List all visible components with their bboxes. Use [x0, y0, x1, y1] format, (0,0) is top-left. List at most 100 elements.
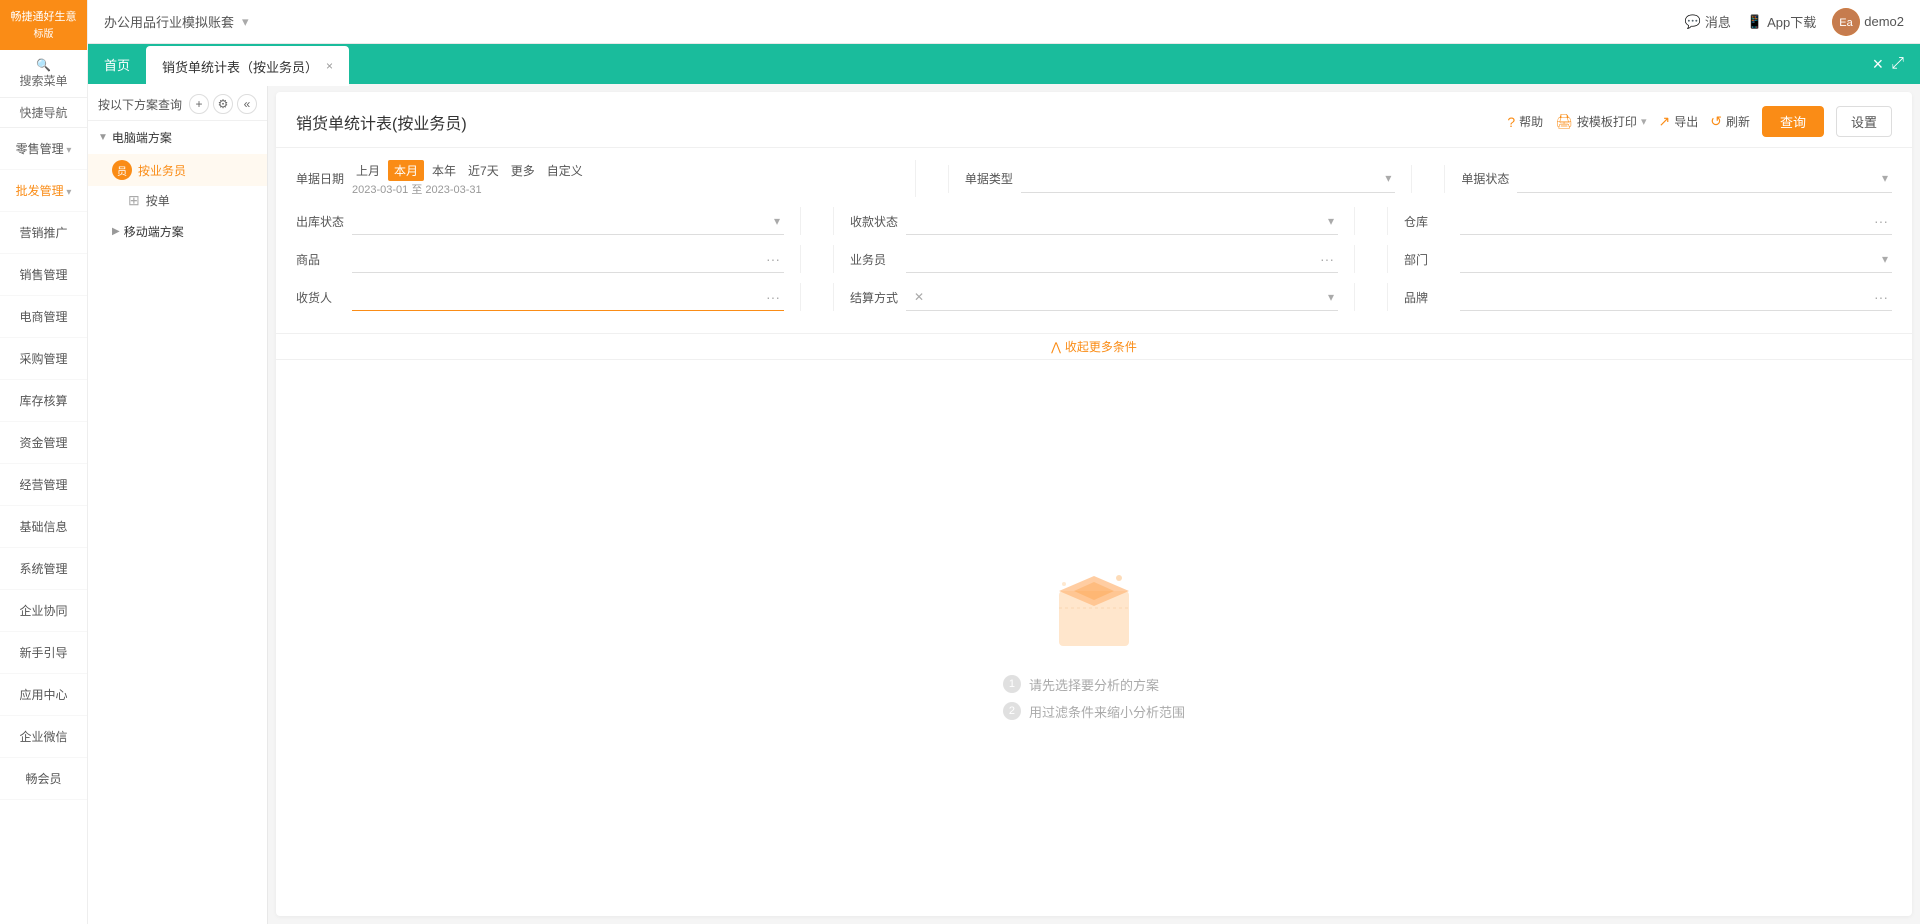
empty-svg: [1034, 556, 1154, 656]
salesperson-more: ···: [1320, 251, 1334, 267]
sidebar-item-label-1: 批发管理: [16, 184, 64, 198]
sidebar-item-10[interactable]: 系统管理: [0, 548, 87, 590]
filter-row-2: 出库状态 ▾ 收款状态 ▾ 仓库: [296, 207, 1892, 235]
settings-btn[interactable]: 设置: [1836, 106, 1892, 137]
filter-divider-3b: [1387, 245, 1388, 273]
sidebar-search[interactable]: 🔍 搜索菜单: [0, 50, 87, 98]
filter-bill-status: 单据状态 ▾: [1461, 165, 1892, 193]
bill-status-control[interactable]: ▾: [1517, 165, 1892, 193]
sidebar-item-1[interactable]: 批发管理 ▾: [0, 170, 87, 212]
date-tab-7days[interactable]: 近7天: [464, 160, 503, 181]
filter-divider-4b: [1387, 283, 1388, 311]
left-panel-collapse-btn[interactable]: «: [237, 94, 257, 114]
tab-controls: × ⤢: [1873, 54, 1920, 75]
sidebar-item-0[interactable]: 零售管理 ▾: [0, 128, 87, 170]
sidebar-item-label-0: 零售管理: [16, 142, 64, 156]
date-tab-more[interactable]: 更多: [507, 160, 539, 181]
help-btn[interactable]: ? 帮助: [1507, 113, 1543, 130]
sidebar-item-2[interactable]: 营销推广: [0, 212, 87, 254]
tabbar: 首页 销货单统计表（按业务员） × × ⤢: [88, 44, 1920, 84]
app-download-btn[interactable]: 📱 App下载: [1747, 12, 1816, 31]
outbound-control[interactable]: ▾: [352, 207, 784, 235]
help-icon: ?: [1507, 114, 1515, 130]
tab-sales-stats[interactable]: 销货单统计表（按业务员） ×: [146, 46, 349, 86]
refresh-btn[interactable]: ↺ 刷新: [1710, 113, 1750, 130]
sidebar-item-14[interactable]: 企业微信: [0, 716, 87, 758]
tab-sales-stats-label: 销货单统计表（按业务员）: [162, 57, 318, 76]
empty-hints: 1 请先选择要分析的方案 2 用过滤条件来缩小分析范围: [1003, 675, 1185, 721]
salesperson-dot: 员: [112, 160, 132, 180]
print-btn[interactable]: 🖨 按模板打印 ▾: [1555, 113, 1646, 130]
group-mobile-label: 移动端方案: [124, 223, 184, 240]
message-btn[interactable]: 💬 消息: [1685, 12, 1731, 31]
export-icon: ↗: [1658, 113, 1670, 130]
outbound-label: 出库状态: [296, 213, 352, 230]
tab-expand-btn[interactable]: ⤢: [1891, 55, 1904, 73]
schema-group-pc-header[interactable]: ▼ 电脑端方案: [88, 121, 267, 154]
sidebar-item-label-11: 企业协同: [19, 604, 67, 618]
date-tab-this-month[interactable]: 本月: [388, 160, 424, 181]
tab-close-icon[interactable]: ×: [326, 59, 333, 73]
settlement-clear[interactable]: ✕: [914, 290, 924, 304]
sidebar-quicknav[interactable]: 快捷导航: [0, 98, 87, 128]
print-label: 按模板打印: [1577, 113, 1637, 130]
sidebar-item-5[interactable]: 采购管理: [0, 338, 87, 380]
empty-state: 1 请先选择要分析的方案 2 用过滤条件来缩小分析范围: [276, 360, 1912, 916]
user-avatar-area[interactable]: Ea demo2: [1832, 8, 1904, 36]
app-download-label: App下载: [1767, 12, 1816, 31]
date-label: 单据日期: [296, 170, 352, 187]
search-icon: 🔍: [6, 58, 81, 72]
left-panel-add-btn[interactable]: +: [189, 94, 209, 114]
department-control[interactable]: ▾: [1460, 245, 1892, 273]
sidebar-item-11[interactable]: 企业协同: [0, 590, 87, 632]
export-btn[interactable]: ↗ 导出: [1658, 113, 1698, 130]
sidebar-item-15[interactable]: 畅会员: [0, 758, 87, 800]
schema-item-by-order[interactable]: ⊞ 按单: [88, 186, 267, 215]
filter-settlement: 结算方式 ✕ ▾: [850, 283, 1355, 311]
schema-group-mobile-header[interactable]: ▶ 移动端方案: [88, 215, 267, 248]
query-btn[interactable]: 查询: [1762, 106, 1824, 137]
brand-control[interactable]: ···: [1460, 283, 1892, 311]
sidebar-item-4[interactable]: 电商管理: [0, 296, 87, 338]
product-more: ···: [766, 251, 780, 267]
hint-text-1: 请先选择要分析的方案: [1029, 675, 1159, 694]
sidebar-item-8[interactable]: 经营管理: [0, 464, 87, 506]
schema-item-by-salesperson[interactable]: 员 按业务员: [88, 154, 267, 186]
sidebar-item-9[interactable]: 基础信息: [0, 506, 87, 548]
warehouse-control[interactable]: ···: [1460, 207, 1892, 235]
tab-home[interactable]: 首页: [88, 44, 146, 84]
left-panel: 按以下方案查询 + ⚙ « ▼ 电脑端方案 员 按业务员 ⊞: [88, 84, 268, 924]
sidebar-item-13[interactable]: 应用中心: [0, 674, 87, 716]
filter-area: 单据日期 上月 本月 本年 近7天 更多 自定义 2023-03-01 至 20…: [276, 148, 1912, 334]
date-tab-this-year[interactable]: 本年: [428, 160, 460, 181]
topbar-dropdown-icon[interactable]: ▾: [242, 14, 249, 30]
recipient-control[interactable]: ···: [352, 283, 784, 311]
collapse-btn: ⋀ 收起更多条件: [1051, 338, 1137, 355]
product-control[interactable]: ···: [352, 245, 784, 273]
filter-outbound-status: 出库状态 ▾: [296, 207, 801, 235]
sidebar-item-3[interactable]: 销售管理: [0, 254, 87, 296]
sidebar-item-label-3: 销售管理: [19, 268, 67, 282]
avatar: Ea: [1832, 8, 1860, 36]
tab-close-window[interactable]: ×: [1873, 54, 1884, 75]
filter-row-1: 单据日期 上月 本月 本年 近7天 更多 自定义 2023-03-01 至 20…: [296, 160, 1892, 197]
mobile-icon: 📱: [1747, 14, 1763, 30]
sidebar-logo[interactable]: 畅捷通好生意 标版: [0, 0, 87, 50]
collapse-bar[interactable]: ⋀ 收起更多条件: [276, 334, 1912, 360]
schema-group-mobile: ▶ 移动端方案: [88, 215, 267, 248]
payment-control[interactable]: ▾: [906, 207, 1338, 235]
sidebar-item-6[interactable]: 库存核算: [0, 380, 87, 422]
date-tab-custom[interactable]: 自定义: [543, 160, 587, 181]
right-panel: 销货单统计表(按业务员) ? 帮助 🖨 按模板打印 ▾ ↗ 导出: [276, 92, 1912, 916]
left-panel-settings-btn[interactable]: ⚙: [213, 94, 233, 114]
date-tab-last-month[interactable]: 上月: [352, 160, 384, 181]
filter-row-4: 收货人 ··· 结算方式 ✕ ▾: [296, 283, 1892, 311]
salesperson-control[interactable]: ···: [906, 245, 1338, 273]
group-mobile-arrow: ▶: [112, 226, 120, 237]
sidebar-item-12[interactable]: 新手引导: [0, 632, 87, 674]
sidebar-item-7[interactable]: 资金管理: [0, 422, 87, 464]
settlement-control[interactable]: ✕ ▾: [906, 283, 1338, 311]
bill-type-control[interactable]: ▾: [1021, 165, 1396, 193]
refresh-label: 刷新: [1726, 113, 1750, 130]
print-dropdown-icon[interactable]: ▾: [1641, 115, 1647, 128]
